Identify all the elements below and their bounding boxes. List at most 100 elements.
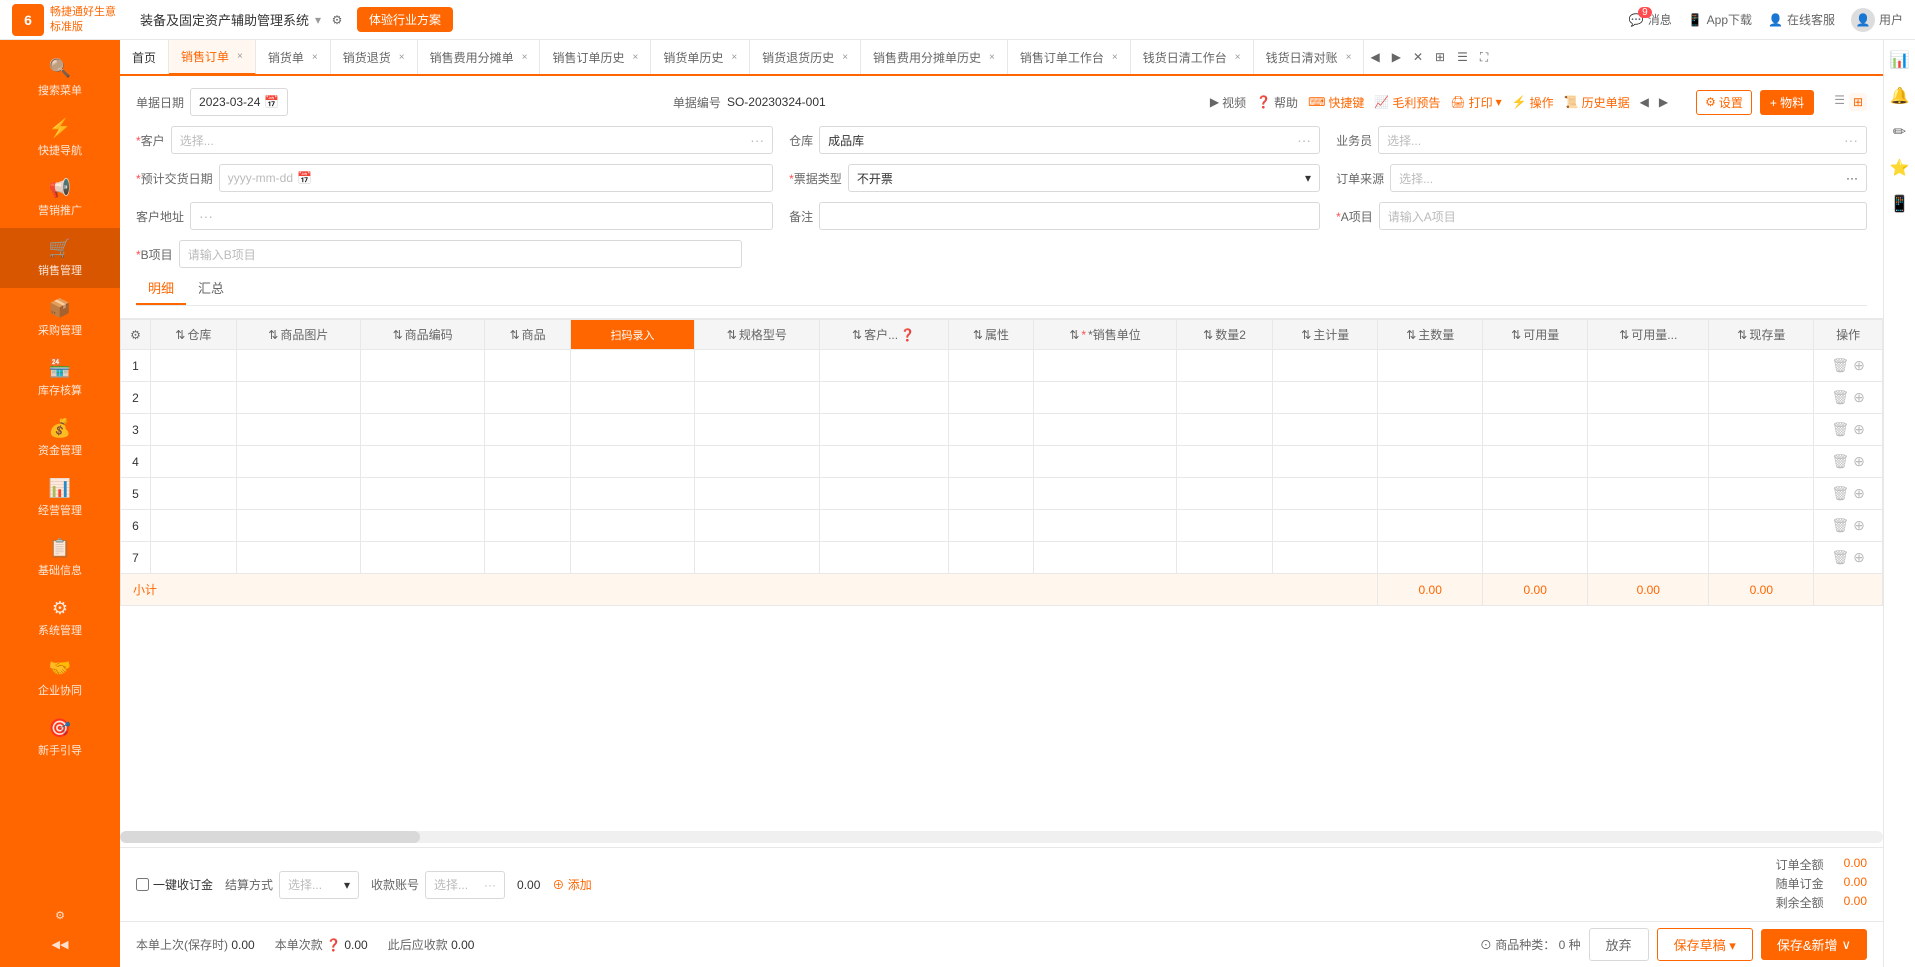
row-1-warehouse[interactable] xyxy=(151,350,237,382)
app-download-btn[interactable]: 📱 App下载 xyxy=(1688,11,1752,28)
row-2-product-img[interactable] xyxy=(236,382,360,414)
tab-sales-refund[interactable]: 销货退货 × xyxy=(331,40,418,75)
calendar-icon[interactable]: 📅 xyxy=(264,95,279,109)
row-2-delete-icon[interactable]: 🗑 xyxy=(1831,389,1849,406)
th-unit[interactable]: ⇅**销售单位 xyxy=(1034,320,1177,350)
th-available[interactable]: ⇅可用量 xyxy=(1483,320,1588,350)
row-1-main-qty[interactable] xyxy=(1378,350,1483,382)
right-star-icon[interactable]: ⭐ xyxy=(1888,156,1912,180)
row-2-qty2[interactable] xyxy=(1176,382,1272,414)
tab-summary[interactable]: 汇总 xyxy=(186,272,236,305)
row-2-main-qty[interactable] xyxy=(1378,382,1483,414)
row-6-copy-icon[interactable]: ⊕ xyxy=(1853,517,1865,534)
row-4-copy-icon[interactable]: ⊕ xyxy=(1853,453,1865,470)
view-btn[interactable]: ▶ 视频 xyxy=(1210,94,1246,111)
calendar2-icon[interactable]: 📅 xyxy=(297,171,312,185)
tab-home[interactable]: 首页 xyxy=(120,40,169,75)
tab-prev-btn[interactable]: ◀ xyxy=(1364,40,1385,75)
help-btn[interactable]: ❓ 帮助 xyxy=(1256,94,1298,111)
th-main-unit[interactable]: ⇅主计量 xyxy=(1273,320,1378,350)
tab-expense-split-close[interactable]: × xyxy=(522,52,528,63)
tab-sales-return-close[interactable]: × xyxy=(312,52,318,63)
messages-btn[interactable]: 💬 9 消息 xyxy=(1629,11,1672,28)
sidebar-item-guide[interactable]: 🎯 新手引导 xyxy=(0,708,120,768)
warehouse-input[interactable]: 成品库 ··· xyxy=(819,126,1320,154)
row-2-unit[interactable] xyxy=(1034,382,1177,414)
bill-date-input[interactable]: 2023-03-24 📅 xyxy=(190,88,288,116)
project-a-input[interactable]: 请输入A项目 xyxy=(1379,202,1867,230)
row-1-copy-icon[interactable]: ⊕ xyxy=(1853,357,1865,374)
tab-next-btn[interactable]: ▶ xyxy=(1386,40,1407,75)
row-2-product-code[interactable] xyxy=(360,382,484,414)
next-record-btn[interactable]: ▶ xyxy=(1659,95,1668,109)
settings-icon[interactable]: ⚙ xyxy=(325,8,349,32)
th-product-img[interactable]: ⇅商品图片 xyxy=(236,320,360,350)
th-spec[interactable]: ⇅规格型号 xyxy=(695,320,819,350)
sidebar-item-inventory[interactable]: 🏪 库存核算 xyxy=(0,348,120,408)
tab-cash-daily-account[interactable]: 钱货日清对账 × xyxy=(1254,40,1365,75)
tab-refund-history-close[interactable]: × xyxy=(842,52,848,63)
card-view-btn[interactable]: ⊞ xyxy=(1849,93,1867,111)
row-7-delete-icon[interactable]: 🗑 xyxy=(1831,549,1849,566)
col-gear-icon[interactable]: ⚙ xyxy=(130,328,141,342)
sidebar-item-quick-nav[interactable]: ⚡ 快捷导航 xyxy=(0,108,120,168)
row-2-available[interactable] xyxy=(1483,382,1588,414)
row-5-delete-icon[interactable]: 🗑 xyxy=(1831,485,1849,502)
tab-sales-order[interactable]: 销售订单 × xyxy=(169,40,256,75)
industry-btn[interactable]: 体验行业方案 xyxy=(357,7,453,32)
row-7-copy-icon[interactable]: ⊕ xyxy=(1853,549,1865,566)
save-draft-btn[interactable]: 保存草稿 ▾ xyxy=(1657,928,1753,961)
tab-detail[interactable]: 明细 xyxy=(136,272,186,305)
row-2-scan[interactable] xyxy=(570,382,694,414)
sidebar-item-marketing[interactable]: 📢 营销推广 xyxy=(0,168,120,228)
row-2-customer-code[interactable] xyxy=(819,382,948,414)
tab-sales-expense-history[interactable]: 销售费用分摊单历史 × xyxy=(861,40,1008,75)
row-3-copy-icon[interactable]: ⊕ xyxy=(1853,421,1865,438)
table-scrollbar-thumb[interactable] xyxy=(120,831,420,843)
table-scrollbar[interactable] xyxy=(120,831,1883,843)
sidebar-collapse-btn[interactable]: ◀◀ xyxy=(0,930,120,959)
tab-grid-btn[interactable]: ⊞ xyxy=(1429,40,1451,75)
row-2-spec[interactable] xyxy=(695,382,819,414)
row-2-main-unit[interactable] xyxy=(1273,382,1378,414)
scan-btn[interactable]: 扫码录入 xyxy=(603,328,663,344)
sidebar-settings-btn[interactable]: ⚙ xyxy=(0,901,120,930)
shortcut-btn[interactable]: ⌨ 快捷键 xyxy=(1308,94,1364,111)
sidebar-item-purchase[interactable]: 📦 采购管理 xyxy=(0,288,120,348)
operate-btn[interactable]: ⚡ 操作 xyxy=(1512,94,1554,111)
order-source-input[interactable]: 选择... ··· xyxy=(1390,164,1867,192)
th-available2[interactable]: ⇅可用量... xyxy=(1588,320,1709,350)
sidebar-item-finance[interactable]: 💰 资金管理 xyxy=(0,408,120,468)
table-wrapper[interactable]: ⚙ ⇅仓库 ⇅商品图片 ⇅商品编码 ⇅商品 扫码录入 ⇅规格型号 ⇅客户...❓… xyxy=(120,319,1883,827)
title-dropdown-icon[interactable]: ▾ xyxy=(315,13,321,27)
online-service-btn[interactable]: 👤 在线客服 xyxy=(1768,11,1835,28)
th-warehouse[interactable]: ⇅仓库 xyxy=(151,320,237,350)
row-2-attr[interactable] xyxy=(948,382,1034,414)
tab-sales-refund-history[interactable]: 销货退货历史 × xyxy=(750,40,861,75)
one-click-checkbox-input[interactable] xyxy=(136,878,149,891)
th-qty2[interactable]: ⇅数量2 xyxy=(1176,320,1272,350)
row-2-available2[interactable] xyxy=(1588,382,1709,414)
one-click-checkbox[interactable]: 一键收订金 xyxy=(136,876,213,893)
row-1-product[interactable] xyxy=(485,350,571,382)
account-input[interactable]: 选择... ··· xyxy=(425,871,505,899)
row-1-attr[interactable] xyxy=(948,350,1034,382)
sidebar-item-system[interactable]: ⚙ 系统管理 xyxy=(0,588,120,648)
add-payment-btn[interactable]: ⊕ 添加 xyxy=(552,876,591,893)
row-1-available[interactable] xyxy=(1483,350,1588,382)
tab-order-workbench-close[interactable]: × xyxy=(1112,52,1118,63)
right-edit-icon[interactable]: ✏ xyxy=(1888,120,1912,144)
row-1-customer-code[interactable] xyxy=(819,350,948,382)
row-2-copy-icon[interactable]: ⊕ xyxy=(1853,389,1865,406)
row-2-stock[interactable] xyxy=(1709,382,1814,414)
profit-btn[interactable]: 📈 毛利预告 xyxy=(1374,94,1440,111)
delivery-date-input[interactable]: yyyy-mm-dd 📅 xyxy=(219,164,773,192)
row-4-delete-icon[interactable]: 🗑 xyxy=(1831,453,1849,470)
tab-fullscreen-btn[interactable]: ⛶ xyxy=(1474,40,1494,75)
project-b-input[interactable]: 请输入B项目 xyxy=(179,240,742,268)
th-gear[interactable]: ⚙ xyxy=(121,320,151,350)
row-3-delete-icon[interactable]: 🗑 xyxy=(1831,421,1849,438)
tab-expense-history-close[interactable]: × xyxy=(989,52,995,63)
th-main-qty[interactable]: ⇅主数量 xyxy=(1378,320,1483,350)
save-new-btn[interactable]: 保存&新增 ∨ xyxy=(1761,929,1867,960)
